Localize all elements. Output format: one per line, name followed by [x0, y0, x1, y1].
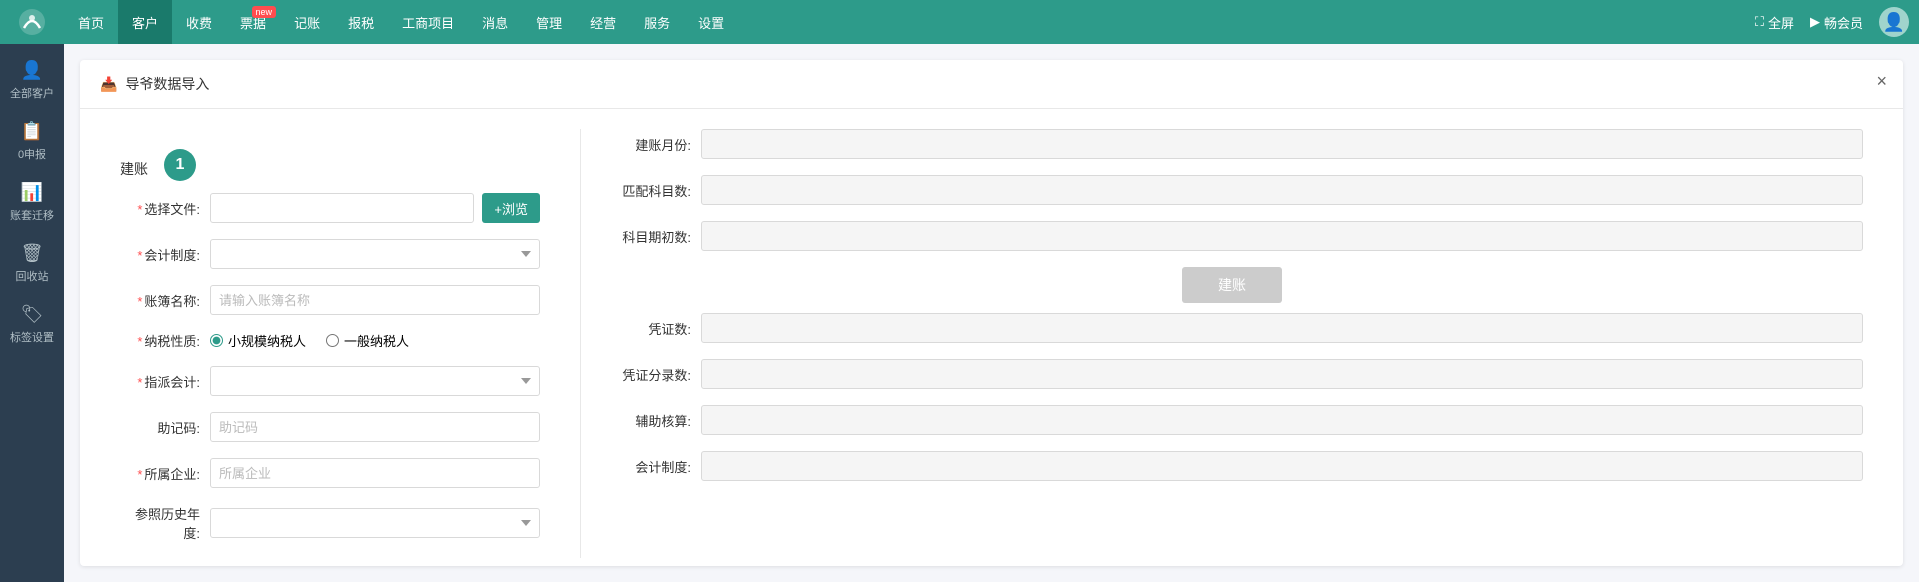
- month-row: 建账月份:: [601, 129, 1863, 159]
- nav-home[interactable]: 首页: [64, 0, 118, 44]
- tax-row: 纳税性质: 小规模纳税人 一般纳税人: [120, 331, 540, 350]
- accounting-row: 会计制度:: [120, 239, 540, 269]
- voucher-entries-value: [701, 359, 1863, 389]
- nav-bookkeeping[interactable]: 记账: [280, 0, 334, 44]
- file-row: 选择文件: +浏览: [120, 193, 540, 223]
- declare-icon: 📋: [21, 121, 43, 142]
- tax-small-label[interactable]: 小规模纳税人: [210, 331, 306, 350]
- initial-label: 科目期初数:: [601, 227, 691, 246]
- sidebar-item-migrate[interactable]: 📊 账套迁移: [4, 174, 60, 231]
- nav-operation[interactable]: 经营: [576, 0, 630, 44]
- tax-radio-group: 小规模纳税人 一般纳税人: [210, 331, 409, 350]
- company-row: 所属企业:: [120, 458, 540, 488]
- voucher-row: 凭证数:: [601, 313, 1863, 343]
- aux-row: 辅助核算:: [601, 405, 1863, 435]
- build-button[interactable]: 建账: [1182, 267, 1282, 303]
- history-label: 参照历史年度:: [120, 504, 200, 542]
- tags-icon: 🏷: [21, 304, 44, 325]
- avatar-icon: 👤: [1883, 12, 1905, 33]
- match-row: 匹配科目数:: [601, 175, 1863, 205]
- vip-button[interactable]: ▶ 畅会员: [1810, 13, 1863, 32]
- logo[interactable]: [10, 0, 54, 44]
- history-row: 参照历史年度:: [120, 504, 540, 542]
- history-select[interactable]: [210, 508, 540, 538]
- month-value: [701, 129, 1863, 159]
- vip-icon: ▶: [1810, 14, 1820, 30]
- initial-value: [701, 221, 1863, 251]
- nav-service[interactable]: 服务: [630, 0, 684, 44]
- accounting-system-label: 会计制度:: [601, 457, 691, 476]
- sidebar-item-all-clients[interactable]: 👤 全部客户: [4, 52, 60, 109]
- recycle-icon: 🗑: [21, 243, 44, 264]
- layout: 👤 全部客户 📋 0申报 📊 账套迁移 🗑 回收站 🏷 标签设置 📥 导爷数据导…: [0, 44, 1919, 582]
- top-nav: 首页 客户 收费 票据 new 记账 报税 工商项目 消息 管理 经营 服务 设…: [0, 0, 1919, 44]
- memo-label: 助记码:: [120, 418, 200, 437]
- initial-row: 科目期初数:: [601, 221, 1863, 251]
- file-input[interactable]: [210, 193, 474, 223]
- main-panel: 📥 导爷数据导入 × 建账 1 选择文件:: [80, 60, 1903, 566]
- nav-fees[interactable]: 收费: [172, 0, 226, 44]
- nav-management[interactable]: 管理: [522, 0, 576, 44]
- month-label: 建账月份:: [601, 135, 691, 154]
- accounting-select[interactable]: [210, 239, 540, 269]
- match-label: 匹配科目数:: [601, 181, 691, 200]
- tax-general-radio[interactable]: [326, 334, 339, 347]
- new-badge: new: [252, 6, 277, 18]
- accounting-system-value: [701, 451, 1863, 481]
- all-clients-icon: 👤: [21, 60, 43, 81]
- form-right: 建账月份: 匹配科目数: 科目期初数: 建账 凭证数:: [580, 129, 1863, 558]
- form-fields: 选择文件: +浏览 会计制度:: [120, 193, 540, 542]
- accounting-system-row: 会计制度:: [601, 451, 1863, 481]
- step-section: 建账 1: [120, 129, 540, 185]
- sidebar: 👤 全部客户 📋 0申报 📊 账套迁移 🗑 回收站 🏷 标签设置: [0, 44, 64, 582]
- file-label: 选择文件:: [120, 199, 200, 218]
- sidebar-item-declare[interactable]: 📋 0申报: [4, 113, 60, 170]
- memo-row: 助记码:: [120, 412, 540, 442]
- nav-message[interactable]: 消息: [468, 0, 522, 44]
- sidebar-item-recycle[interactable]: 🗑 回收站: [4, 235, 60, 292]
- memo-input[interactable]: [210, 412, 540, 442]
- tax-label: 纳税性质:: [120, 331, 200, 350]
- fullscreen-button[interactable]: ⛶ 全屏: [1755, 13, 1794, 32]
- form-area: 建账 1 选择文件: +浏览: [80, 109, 1903, 578]
- accountant-label: 指派会计:: [120, 372, 200, 391]
- panel-title: 导爷数据导入: [125, 74, 209, 94]
- step-badge: 1: [164, 149, 196, 181]
- voucher-entries-row: 凭证分录数:: [601, 359, 1863, 389]
- accountant-row: 指派会计:: [120, 366, 540, 396]
- voucher-entries-label: 凭证分录数:: [601, 365, 691, 384]
- nav-invoices[interactable]: 票据 new: [226, 0, 280, 44]
- accounting-label: 会计制度:: [120, 245, 200, 264]
- match-value: [701, 175, 1863, 205]
- nav-settings[interactable]: 设置: [684, 0, 738, 44]
- sidebar-item-tags[interactable]: 🏷 标签设置: [4, 296, 60, 353]
- company-label: 所属企业:: [120, 464, 200, 483]
- tax-general-label[interactable]: 一般纳税人: [326, 331, 409, 350]
- company-input[interactable]: [210, 458, 540, 488]
- account-name-row: 账簿名称:: [120, 285, 540, 315]
- voucher-value: [701, 313, 1863, 343]
- form-left: 建账 1 选择文件: +浏览: [120, 129, 540, 558]
- account-name-input[interactable]: [210, 285, 540, 315]
- aux-value: [701, 405, 1863, 435]
- accountant-select[interactable]: [210, 366, 540, 396]
- panel-header: 📥 导爷数据导入: [80, 60, 1903, 109]
- avatar[interactable]: 👤: [1879, 7, 1909, 37]
- aux-label: 辅助核算:: [601, 411, 691, 430]
- tax-small-radio[interactable]: [210, 334, 223, 347]
- main-content: 📥 导爷数据导入 × 建账 1 选择文件:: [64, 44, 1919, 582]
- nav-business[interactable]: 工商项目: [388, 0, 468, 44]
- import-icon: 📥: [100, 76, 117, 93]
- step-label: 建账: [120, 159, 148, 179]
- nav-tax[interactable]: 报税: [334, 0, 388, 44]
- nav-clients[interactable]: 客户: [118, 0, 172, 44]
- fullscreen-icon: ⛶: [1755, 14, 1764, 30]
- voucher-label: 凭证数:: [601, 319, 691, 338]
- migrate-icon: 📊: [21, 182, 43, 203]
- browse-button[interactable]: +浏览: [482, 193, 540, 223]
- nav-right: ⛶ 全屏 ▶ 畅会员 👤: [1755, 7, 1909, 37]
- close-button[interactable]: ×: [1876, 72, 1887, 90]
- account-name-label: 账簿名称:: [120, 291, 200, 310]
